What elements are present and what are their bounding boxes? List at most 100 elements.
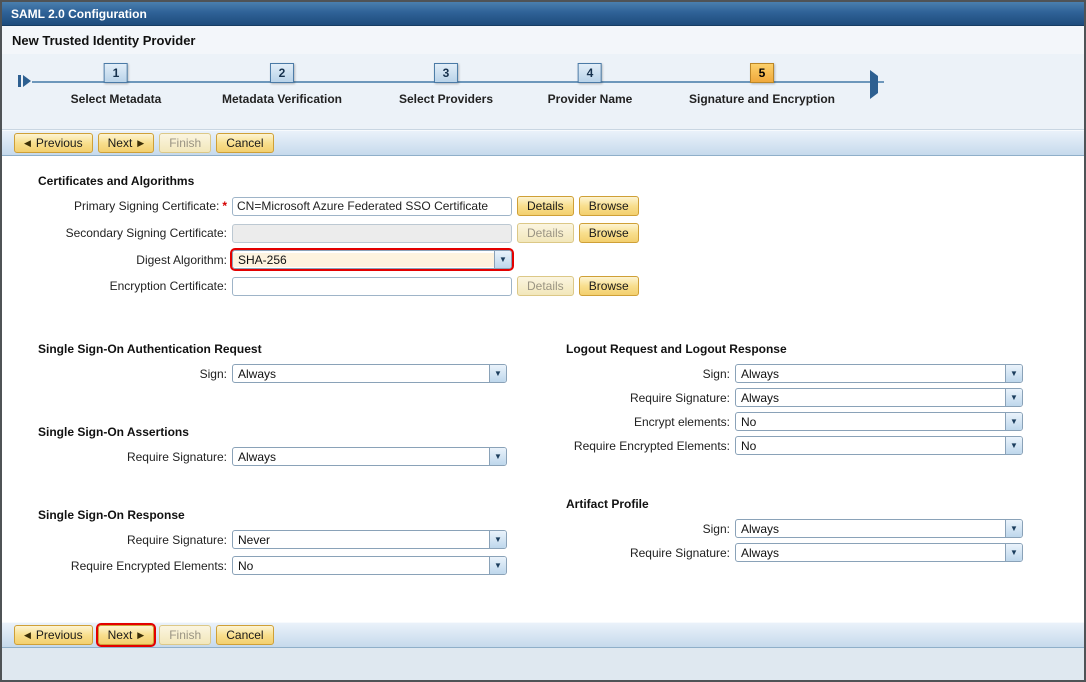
next-button[interactable]: Next▶ <box>98 625 155 645</box>
selected-value: SHA-256 <box>233 253 494 267</box>
primary-signing-certificate-input[interactable] <box>232 197 512 216</box>
require-encrypted-elements-row: Require Encrypted Elements: No ▼ <box>558 436 1084 455</box>
options-columns: Single Sign-On Authentication Request Si… <box>30 342 1084 582</box>
authn-request-sign-select[interactable]: Always ▼ <box>232 364 507 383</box>
selected-value: Always <box>736 522 1005 536</box>
group-heading: Single Sign-On Assertions <box>38 425 558 439</box>
selected-value: Always <box>233 450 489 464</box>
chevron-down-icon[interactable]: ▼ <box>489 531 506 548</box>
encryption-certificate-input[interactable] <box>232 277 512 296</box>
field-label: Require Encrypted Elements: <box>558 439 730 453</box>
certificates-heading: Certificates and Algorithms <box>38 174 1084 188</box>
field-label: Require Signature: <box>558 546 730 560</box>
field-label: Sign: <box>558 367 730 381</box>
previous-button[interactable]: ◀Previous <box>14 625 93 645</box>
field-label: Digest Algorithm: <box>136 253 227 267</box>
field-label: Require Encrypted Elements: <box>30 559 227 573</box>
step-number[interactable]: 5 <box>750 63 774 83</box>
response-require-encrypted-elements-select[interactable]: No ▼ <box>232 556 507 575</box>
field-label: Require Signature: <box>30 450 227 464</box>
step-number[interactable]: 3 <box>434 63 458 83</box>
sign-row: Sign: Always ▼ <box>30 364 558 383</box>
required-asterisk: * <box>222 199 227 213</box>
right-column: Logout Request and Logout Response Sign:… <box>558 342 1084 582</box>
field-label: Primary Signing Certificate: <box>74 199 219 213</box>
chevron-down-icon[interactable]: ▼ <box>1005 437 1022 454</box>
selected-value: Never <box>233 533 489 547</box>
require-signature-row: Require Signature: Never ▼ <box>30 530 558 549</box>
wizard-step-provider-name[interactable]: 4 Provider Name <box>548 63 633 106</box>
step-label: Select Providers <box>399 92 493 106</box>
arrow-left-icon: ◀ <box>24 631 31 640</box>
wizard-step-metadata-verification[interactable]: 2 Metadata Verification <box>222 63 342 106</box>
window-title: SAML 2.0 Configuration <box>11 7 147 21</box>
details-button: Details <box>517 223 574 243</box>
artifact-profile-group: Artifact Profile Sign: Always ▼ Require … <box>558 497 1084 562</box>
step-number[interactable]: 1 <box>104 63 128 83</box>
step-number[interactable]: 4 <box>578 63 602 83</box>
logout-sign-select[interactable]: Always ▼ <box>735 364 1023 383</box>
browse-button[interactable]: Browse <box>579 196 639 216</box>
chevron-down-icon[interactable]: ▼ <box>1005 365 1022 382</box>
field-label: Sign: <box>558 522 730 536</box>
logout-encrypt-elements-select[interactable]: No ▼ <box>735 412 1023 431</box>
field-label: Require Signature: <box>30 533 227 547</box>
assertions-require-signature-select[interactable]: Always ▼ <box>232 447 507 466</box>
digest-algorithm-select[interactable]: SHA-256 ▼ <box>232 250 512 269</box>
artifact-require-signature-select[interactable]: Always ▼ <box>735 543 1023 562</box>
response-require-signature-select[interactable]: Never ▼ <box>232 530 507 549</box>
cancel-button[interactable]: Cancel <box>216 625 273 645</box>
chevron-down-icon[interactable]: ▼ <box>1005 389 1022 406</box>
selected-value: Always <box>233 367 489 381</box>
secondary-signing-certificate-input <box>232 224 512 243</box>
require-encrypted-elements-row: Require Encrypted Elements: No ▼ <box>30 556 558 575</box>
encryption-certificate-row: Encryption Certificate: Details Browse <box>30 276 1084 296</box>
chevron-down-icon[interactable]: ▼ <box>1005 413 1022 430</box>
field-label: Secondary Signing Certificate: <box>66 226 227 240</box>
logout-require-signature-select[interactable]: Always ▼ <box>735 388 1023 407</box>
selected-value: No <box>736 415 1005 429</box>
chevron-down-icon[interactable]: ▼ <box>489 448 506 465</box>
chevron-down-icon[interactable]: ▼ <box>494 251 511 268</box>
wizard-header: New Trusted Identity Provider <box>2 26 1084 54</box>
group-heading: Single Sign-On Response <box>38 508 558 522</box>
logout-require-encrypted-elements-select[interactable]: No ▼ <box>735 436 1023 455</box>
sso-assertions-group: Single Sign-On Assertions Require Signat… <box>30 425 558 466</box>
wizard-roadmap: 1 Select Metadata 2 Metadata Verificatio… <box>2 54 1084 130</box>
chevron-down-icon[interactable]: ▼ <box>489 557 506 574</box>
finish-button: Finish <box>159 625 211 645</box>
details-button: Details <box>517 276 574 296</box>
wizard-step-select-providers[interactable]: 3 Select Providers <box>399 63 493 106</box>
field-label: Require Signature: <box>558 391 730 405</box>
arrow-left-icon: ◀ <box>24 139 31 148</box>
step-label: Provider Name <box>548 92 633 106</box>
next-button[interactable]: Next▶ <box>98 133 155 153</box>
artifact-sign-select[interactable]: Always ▼ <box>735 519 1023 538</box>
browse-button[interactable]: Browse <box>579 276 639 296</box>
chevron-down-icon[interactable]: ▼ <box>1005 520 1022 537</box>
cancel-button[interactable]: Cancel <box>216 133 273 153</box>
selected-value: Always <box>736 391 1005 405</box>
require-signature-row: Require Signature: Always ▼ <box>558 543 1084 562</box>
dialog-footer <box>2 648 1084 680</box>
step-number[interactable]: 2 <box>270 63 294 83</box>
chevron-down-icon[interactable]: ▼ <box>1005 544 1022 561</box>
top-toolbar: ◀Previous Next▶ Finish Cancel <box>2 130 1084 156</box>
field-label: Sign: <box>30 367 227 381</box>
selected-value: Always <box>736 546 1005 560</box>
browse-button[interactable]: Browse <box>579 223 639 243</box>
step-label: Metadata Verification <box>222 92 342 106</box>
step-label: Select Metadata <box>71 92 162 106</box>
left-column: Single Sign-On Authentication Request Si… <box>30 342 558 582</box>
finish-button: Finish <box>159 133 211 153</box>
group-heading: Single Sign-On Authentication Request <box>38 342 558 356</box>
field-label: Encryption Certificate: <box>110 279 227 293</box>
chevron-down-icon[interactable]: ▼ <box>489 365 506 382</box>
sign-row: Sign: Always ▼ <box>558 364 1084 383</box>
previous-button[interactable]: ◀Previous <box>14 133 93 153</box>
logout-request-response-group: Logout Request and Logout Response Sign:… <box>558 342 1084 455</box>
wizard-step-select-metadata[interactable]: 1 Select Metadata <box>71 63 162 106</box>
details-button[interactable]: Details <box>517 196 574 216</box>
selected-value: Always <box>736 367 1005 381</box>
wizard-step-signature-and-encryption[interactable]: 5 Signature and Encryption <box>689 63 835 106</box>
